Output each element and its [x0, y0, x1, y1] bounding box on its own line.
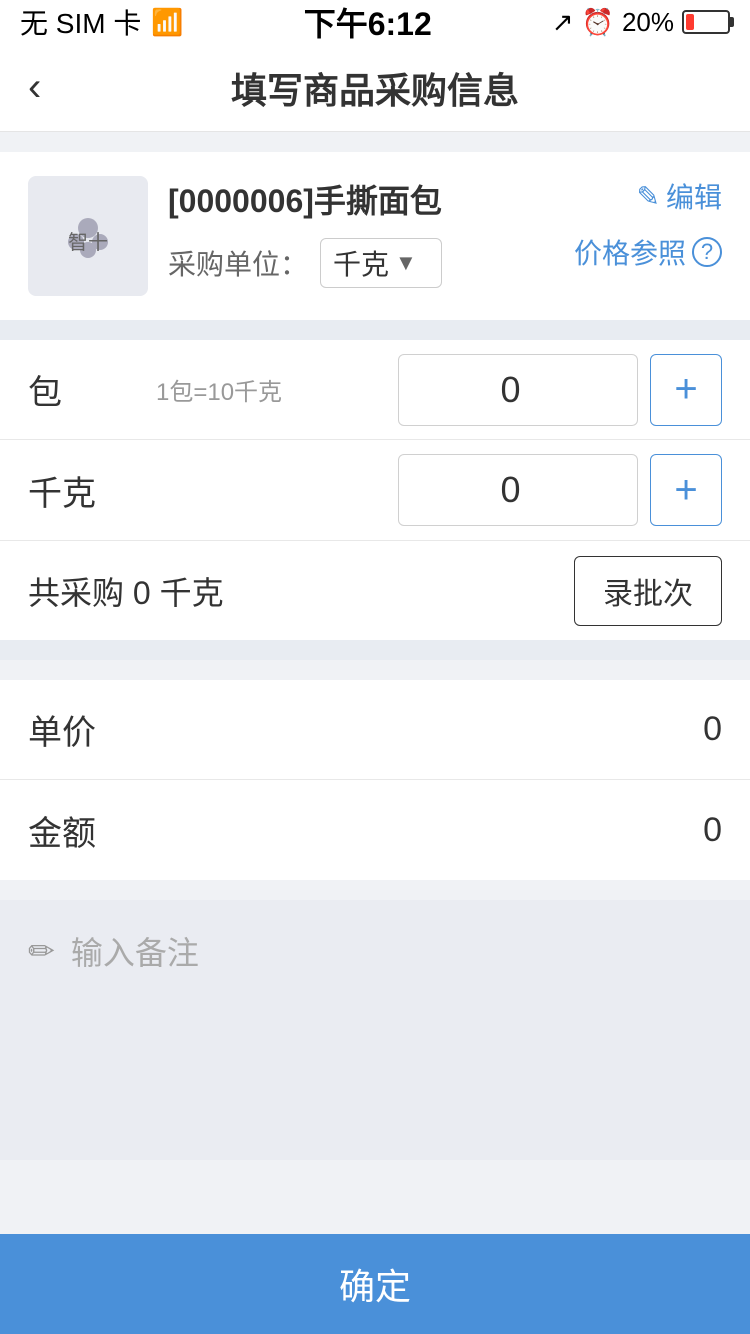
- product-actions: ✎ 编辑 价格参照 ?: [574, 176, 722, 272]
- price-ref-label: 价格参照: [574, 232, 686, 272]
- bao-quantity-input[interactable]: [398, 354, 638, 426]
- product-thumbnail: 智十: [28, 176, 148, 296]
- unit-price-value: 0: [703, 710, 722, 749]
- notes-placeholder: 输入备注: [71, 928, 199, 974]
- product-info: [0000006]手撕面包 采购单位： 千克 ▼: [168, 176, 554, 288]
- amount-label: 金额: [28, 806, 96, 855]
- location-icon: ↗: [552, 7, 574, 38]
- summary-prefix: 共采购: [28, 575, 124, 611]
- bao-input-row: 包 1包=10千克 +: [0, 340, 750, 440]
- status-right: ↗ ⏰ 20%: [552, 7, 730, 38]
- summary-row: 共采购 0 千克 录批次: [0, 540, 750, 640]
- bao-plus-button[interactable]: +: [650, 354, 722, 426]
- unit-price-label: 单价: [28, 705, 96, 754]
- product-card: 智十 [0000006]手撕面包 采购单位： 千克 ▼ ✎ 编辑 价格参照 ?: [0, 152, 750, 320]
- separator-1: [0, 320, 750, 340]
- kg-plus-button[interactable]: +: [650, 454, 722, 526]
- product-unit-row: 采购单位： 千克 ▼: [168, 238, 554, 288]
- amount-value: 0: [703, 811, 722, 850]
- nav-bar: ‹ 填写商品采购信息: [0, 44, 750, 132]
- confirm-bar[interactable]: 确定: [0, 1234, 750, 1334]
- bao-label: 包: [28, 365, 148, 414]
- price-reference-button[interactable]: 价格参照 ?: [574, 232, 722, 272]
- unit-value: 千克: [333, 243, 389, 283]
- summary-text: 共采购 0 千克: [28, 568, 224, 614]
- carrier-text: 无 SIM 卡: [20, 2, 141, 42]
- record-batch-button[interactable]: 录批次: [574, 556, 722, 626]
- status-left: 无 SIM 卡 📶: [20, 2, 184, 42]
- separator-2: [0, 640, 750, 660]
- amount-row: 金额 0: [0, 780, 750, 880]
- quantity-section: 包 1包=10千克 + 千克 +: [0, 340, 750, 540]
- unit-price-row: 单价 0: [0, 680, 750, 780]
- kg-quantity-input[interactable]: [398, 454, 638, 526]
- time-display: 下午6:12: [304, 0, 432, 45]
- unit-label: 采购单位：: [168, 243, 308, 283]
- price-section: 单价 0 金额 0: [0, 680, 750, 880]
- info-icon: ?: [692, 237, 722, 267]
- pencil-icon: ✏: [28, 932, 55, 970]
- product-name: [0000006]手撕面包: [168, 176, 554, 222]
- kg-input-row: 千克 +: [0, 440, 750, 540]
- battery-icon: [682, 10, 730, 34]
- back-button[interactable]: ‹: [28, 65, 41, 110]
- bao-sublabel: 1包=10千克: [156, 372, 282, 407]
- wifi-icon: 📶: [151, 7, 183, 38]
- summary-amount: 0: [133, 575, 151, 611]
- confirm-button[interactable]: 确定: [339, 1258, 411, 1310]
- page-title: 填写商品采购信息: [231, 62, 519, 114]
- battery-fill: [686, 14, 694, 30]
- edit-button[interactable]: ✎ 编辑: [637, 176, 722, 216]
- notes-section[interactable]: ✏ 输入备注: [0, 900, 750, 1160]
- edit-icon: ✎: [637, 180, 660, 213]
- alarm-icon: ⏰: [582, 7, 614, 38]
- kg-label: 千克: [28, 466, 148, 515]
- chevron-down-icon: ▼: [395, 250, 417, 276]
- battery-percent: 20%: [622, 7, 674, 38]
- summary-suffix: 千克: [160, 575, 224, 611]
- status-bar: 无 SIM 卡 📶 下午6:12 ↗ ⏰ 20%: [0, 0, 750, 44]
- unit-select[interactable]: 千克 ▼: [320, 238, 442, 288]
